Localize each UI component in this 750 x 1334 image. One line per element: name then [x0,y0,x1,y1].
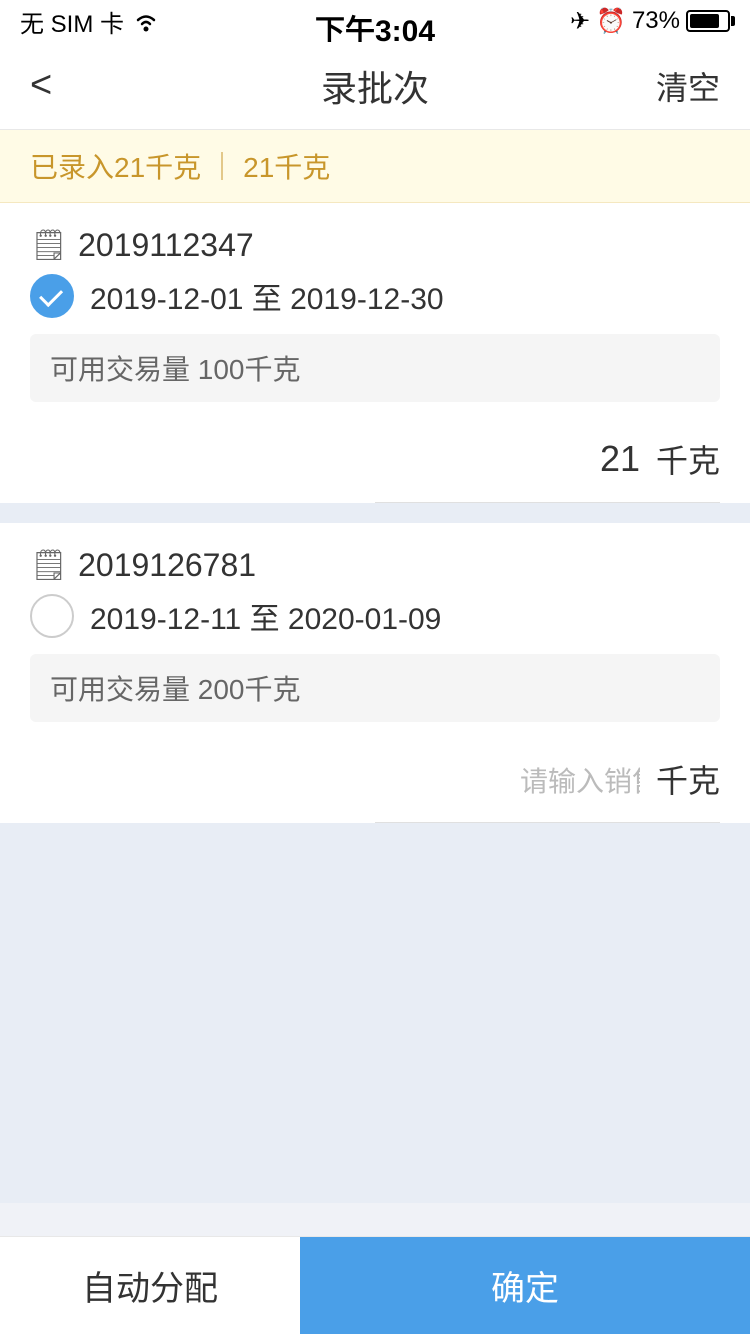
location-icon: ✈ [570,7,590,36]
banner-divider [221,152,223,180]
batch-2-icon: 🗒 [30,548,68,583]
batch-1-card: 🗒 2019112347 2019-12-01 至 2019-12-30 可用交… [0,203,750,503]
batch-1-quantity-row: 千克 [30,426,720,502]
nav-bar: < 录批次 清空 [0,42,750,130]
batch-1-id: 2019112347 [78,227,254,264]
bottom-bar: 自动分配 确定 [0,1236,750,1334]
batch-1-unit: 千克 [656,436,720,482]
section-separator [0,503,750,523]
batch-2-id: 2019126781 [78,547,256,584]
batch-1-quantity-input[interactable] [520,438,640,480]
page-title: 录批次 [321,60,429,112]
batch-2-quantity-input[interactable] [520,758,640,800]
batch-2-quantity-row: 千克 [30,746,720,822]
batch-1-header: 🗒 2019112347 [30,227,720,264]
recorded-value: 21千克 [243,146,330,186]
batch-1-date-row: 2019-12-01 至 2019-12-30 [30,274,720,318]
batch-1-availability: 可用交易量 100千克 [30,334,720,402]
carrier-text: 无 SIM 卡 [20,4,124,39]
batch-1-date: 2019-12-01 至 2019-12-30 [90,274,444,318]
alarm-icon: ⏰ [596,7,626,36]
battery-icon [686,10,730,32]
empty-area [0,823,750,1203]
status-bar-right: ✈ ⏰ 73% [570,7,730,36]
batch-1-icon: 🗒 [30,228,68,263]
info-banner: 已录入21千克 21千克 [0,130,750,203]
clear-button[interactable]: 清空 [656,63,720,109]
back-button[interactable]: < [30,64,52,107]
batch-2-unit: 千克 [656,756,720,802]
batch-2-header: 🗒 2019126781 [30,547,720,584]
batch-2-date-row: 2019-12-11 至 2020-01-09 [30,594,720,638]
batch-2-card: 🗒 2019126781 2019-12-11 至 2020-01-09 可用交… [0,523,750,823]
wifi-icon [132,10,160,32]
battery-percent: 73% [632,7,680,35]
confirm-button[interactable]: 确定 [300,1237,750,1334]
batch-2-radio[interactable] [30,594,74,638]
batch-2-date: 2019-12-11 至 2020-01-09 [90,594,441,638]
auto-distribute-button[interactable]: 自动分配 [0,1237,300,1334]
batch-2-availability: 可用交易量 200千克 [30,654,720,722]
status-bar: 无 SIM 卡 下午3:04 ✈ ⏰ 73% [0,0,750,42]
batch-1-radio[interactable] [30,274,74,318]
recorded-label: 已录入21千克 [30,146,201,186]
status-bar-left: 无 SIM 卡 [20,4,160,39]
